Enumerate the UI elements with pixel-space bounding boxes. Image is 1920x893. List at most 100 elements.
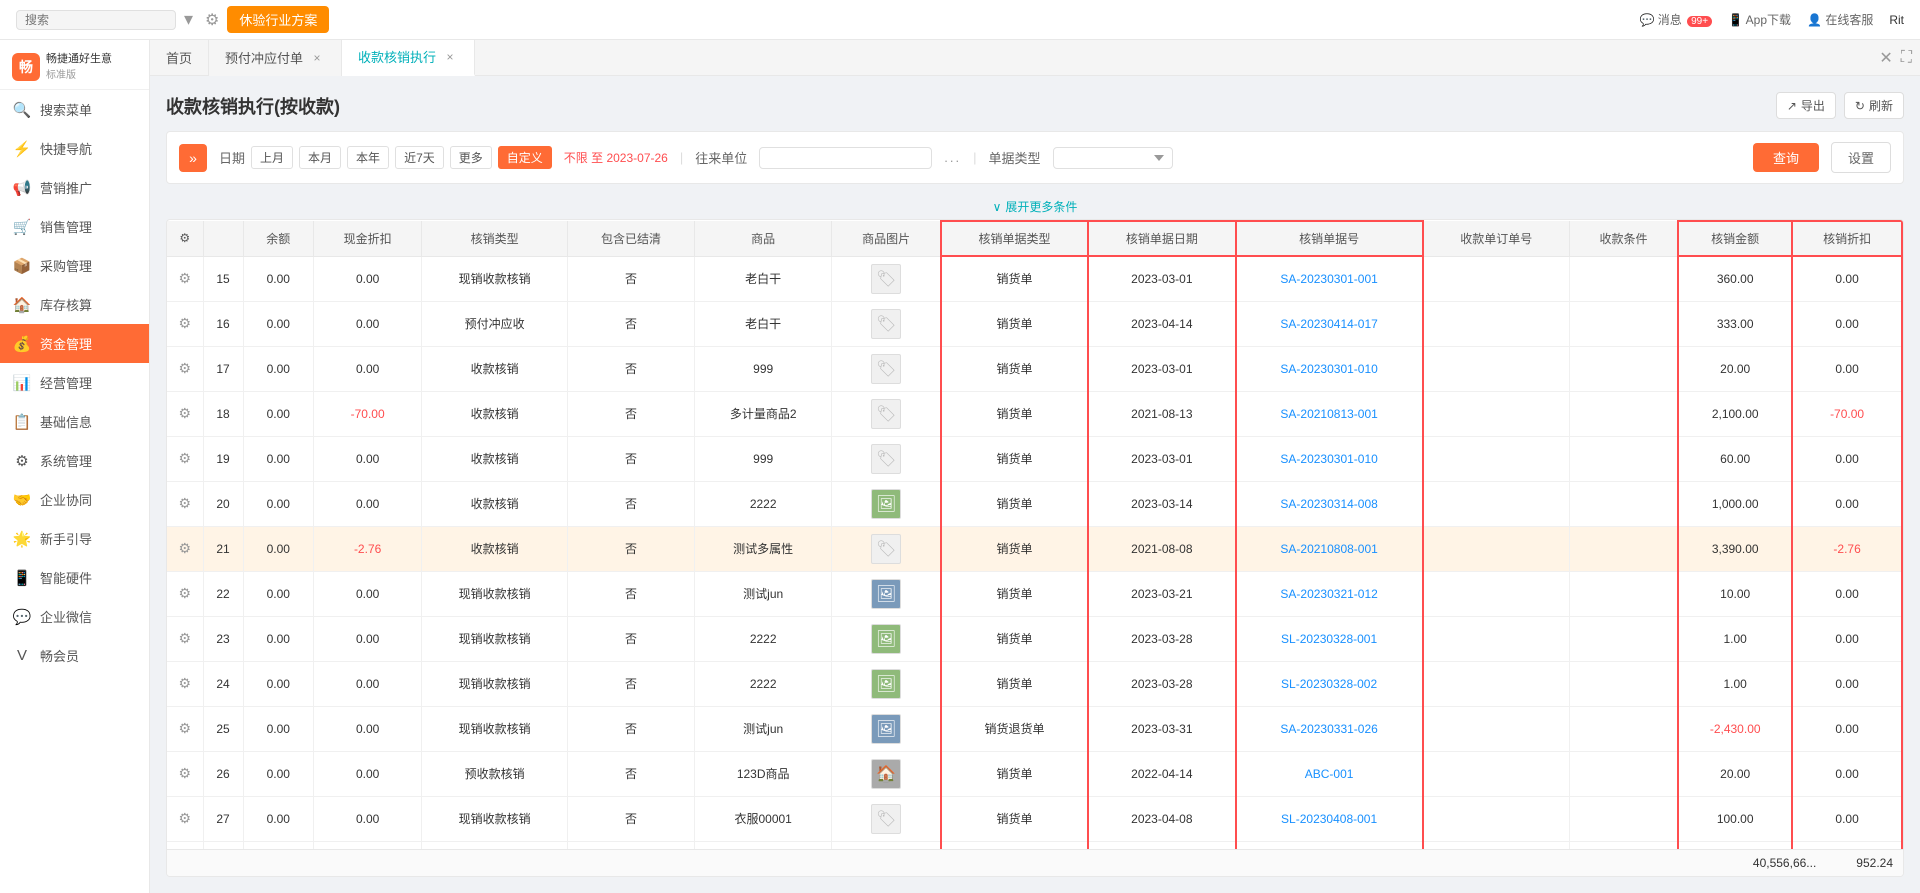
gear-icon[interactable]: ⚙: [179, 231, 190, 245]
online-service[interactable]: 👤 在线客服: [1807, 11, 1873, 28]
cell-gear[interactable]: ⚙: [167, 526, 203, 571]
cell-index: 28: [203, 841, 243, 849]
tab-close-all-icon[interactable]: ✕: [1879, 48, 1892, 68]
settings-button[interactable]: 设置: [1831, 142, 1891, 173]
date-last-month-btn[interactable]: 上月: [251, 146, 293, 169]
sidebar-item-search[interactable]: 🔍 搜索菜单: [0, 90, 149, 129]
user-name[interactable]: Rit: [1889, 13, 1904, 27]
sidebar-item-basic[interactable]: 📋 基础信息: [0, 402, 149, 441]
cell-writeoff-bill-no[interactable]: SA-20230301-010: [1236, 346, 1423, 391]
cell-writeoff-bill-no[interactable]: SL-20230418-001: [1236, 841, 1423, 849]
sales-icon: 🛒: [12, 218, 32, 236]
cell-balance: 0.00: [243, 256, 314, 301]
cell-writeoff-bill-date: 2023-03-21: [1088, 571, 1235, 616]
cell-gear[interactable]: ⚙: [167, 481, 203, 526]
expand-more-bar[interactable]: ∨ 展开更多条件: [166, 194, 1904, 219]
cell-writeoff-amount: -2,430.00: [1678, 706, 1792, 751]
sidebar-item-system[interactable]: ⚙ 系统管理: [0, 441, 149, 480]
message-icon[interactable]: 💬 消息 99+: [1639, 11, 1712, 28]
from-unit-input[interactable]: [759, 147, 932, 169]
date-7days-btn[interactable]: 近7天: [395, 146, 444, 169]
cell-writeoff-bill-type: 销货单: [941, 796, 1088, 841]
sidebar-item-sales[interactable]: 🛒 销售管理: [0, 207, 149, 246]
sidebar-item-enterprise[interactable]: 🤝 企业协同: [0, 480, 149, 519]
cell-writeoff-bill-no[interactable]: SL-20230408-001: [1236, 796, 1423, 841]
sidebar-item-hardware[interactable]: 📱 智能硬件: [0, 558, 149, 597]
cell-writeoff-bill-no[interactable]: SA-20210808-001: [1236, 526, 1423, 571]
cell-writeoff-bill-no[interactable]: SA-20230301-001: [1236, 256, 1423, 301]
date-custom-btn[interactable]: 自定义: [498, 146, 552, 169]
refresh-button[interactable]: ↻ 刷新: [1844, 92, 1904, 119]
date-this-month-btn[interactable]: 本月: [299, 146, 341, 169]
col-header-receipt-order-no: 收款单订单号: [1423, 221, 1570, 256]
tab-expand-icon[interactable]: ⛶: [1901, 49, 1912, 67]
sidebar-item-purchase[interactable]: 📦 采购管理: [0, 246, 149, 285]
export-button[interactable]: ↗ 导出: [1776, 92, 1836, 119]
sidebar-item-operation[interactable]: 📊 经营管理: [0, 363, 149, 402]
chevron-down-icon: ∨: [993, 200, 1002, 214]
cell-writeoff-bill-no[interactable]: SA-20230321-012: [1236, 571, 1423, 616]
table-row: ⚙ 26 0.00 0.00 预收款核销 否 123D商品 🏠 销货单 2022…: [167, 751, 1902, 796]
cell-balance: 0.00: [243, 841, 314, 849]
cell-gear[interactable]: ⚙: [167, 751, 203, 796]
cell-cash-discount: 0.00: [314, 751, 422, 796]
goods-image-2: 🖼: [871, 579, 901, 609]
cell-include-settled: 否: [567, 481, 694, 526]
date-this-year-btn[interactable]: 本年: [347, 146, 389, 169]
sidebar-item-finance[interactable]: 💰 资金管理: [0, 324, 149, 363]
date-range-display: 不限 至 2023-07-26: [564, 149, 668, 166]
cell-writeoff-discount: 0.00: [1792, 256, 1902, 301]
message-badge: 99+: [1687, 16, 1712, 27]
cell-gear[interactable]: ⚙: [167, 256, 203, 301]
cell-goods: 老白干: [694, 256, 831, 301]
tab-receipt[interactable]: 收款核销执行 ×: [342, 40, 475, 76]
bill-type-select[interactable]: [1053, 147, 1173, 169]
cell-writeoff-bill-no[interactable]: SA-20230414-017: [1236, 301, 1423, 346]
sidebar-item-guide[interactable]: 🌟 新手引导: [0, 519, 149, 558]
settings-icon[interactable]: ⚙: [205, 10, 219, 30]
search-input[interactable]: [16, 10, 176, 30]
sidebar-item-quick[interactable]: ⚡ 快捷导航: [0, 129, 149, 168]
cell-include-settled: 否: [567, 526, 694, 571]
goods-image-default: 🏷: [871, 534, 901, 564]
cell-writeoff-bill-no[interactable]: SA-20230301-010: [1236, 436, 1423, 481]
sidebar-item-inventory[interactable]: 🏠 库存核算: [0, 285, 149, 324]
date-more-btn[interactable]: 更多: [450, 146, 492, 169]
cell-gear[interactable]: ⚙: [167, 346, 203, 391]
cell-gear[interactable]: ⚙: [167, 301, 203, 346]
cell-gear[interactable]: ⚙: [167, 796, 203, 841]
tab-home[interactable]: 首页: [150, 40, 209, 76]
table-row: ⚙ 25 0.00 0.00 现销收款核销 否 测试jun 🖼 销货退货单 20…: [167, 706, 1902, 751]
cell-gear[interactable]: ⚙: [167, 571, 203, 616]
sidebar-item-marketing[interactable]: 📢 营销推广: [0, 168, 149, 207]
tab-prepay-close[interactable]: ×: [309, 50, 325, 66]
table-scroll[interactable]: ⚙ 余额 现金折扣 核销类型 包含已结清 商品 商品图片 核销单据类型 核销: [167, 220, 1903, 849]
tab-receipt-close[interactable]: ×: [442, 49, 458, 65]
cell-writeoff-bill-no[interactable]: SA-20230331-026: [1236, 706, 1423, 751]
cell-gear[interactable]: ⚙: [167, 391, 203, 436]
cell-gear[interactable]: ⚙: [167, 661, 203, 706]
cell-writeoff-bill-no[interactable]: ABC-001: [1236, 751, 1423, 796]
dropdown-icon[interactable]: ▾: [184, 9, 193, 30]
cell-goods-image: 🖼: [832, 481, 941, 526]
app-download[interactable]: 📱 App下载: [1728, 11, 1791, 28]
cell-gear[interactable]: ⚙: [167, 706, 203, 751]
cell-balance: 0.00: [243, 301, 314, 346]
cell-writeoff-bill-date: 2023-03-28: [1088, 616, 1235, 661]
cell-writeoff-bill-no[interactable]: SL-20230328-002: [1236, 661, 1423, 706]
cell-gear[interactable]: ⚙: [167, 841, 203, 849]
sidebar-item-wechat[interactable]: 💬 企业微信: [0, 597, 149, 636]
sidebar-item-member[interactable]: V 畅会员: [0, 636, 149, 675]
query-button[interactable]: 查询: [1753, 143, 1819, 172]
cell-gear[interactable]: ⚙: [167, 436, 203, 481]
industry-btn[interactable]: 休验行业方案: [227, 6, 329, 33]
cell-receipt-order-no: [1423, 661, 1570, 706]
cell-writeoff-bill-no[interactable]: SL-20230328-001: [1236, 616, 1423, 661]
tab-prepay[interactable]: 预付冲应付单 ×: [209, 40, 342, 76]
cell-writeoff-bill-no[interactable]: SA-20230314-008: [1236, 481, 1423, 526]
cell-gear[interactable]: ⚙: [167, 616, 203, 661]
cell-writeoff-bill-type: 销货单: [941, 391, 1088, 436]
guide-icon: 🌟: [12, 530, 32, 548]
cell-writeoff-bill-no[interactable]: SA-20210813-001: [1236, 391, 1423, 436]
filter-expand-button[interactable]: »: [179, 144, 207, 172]
